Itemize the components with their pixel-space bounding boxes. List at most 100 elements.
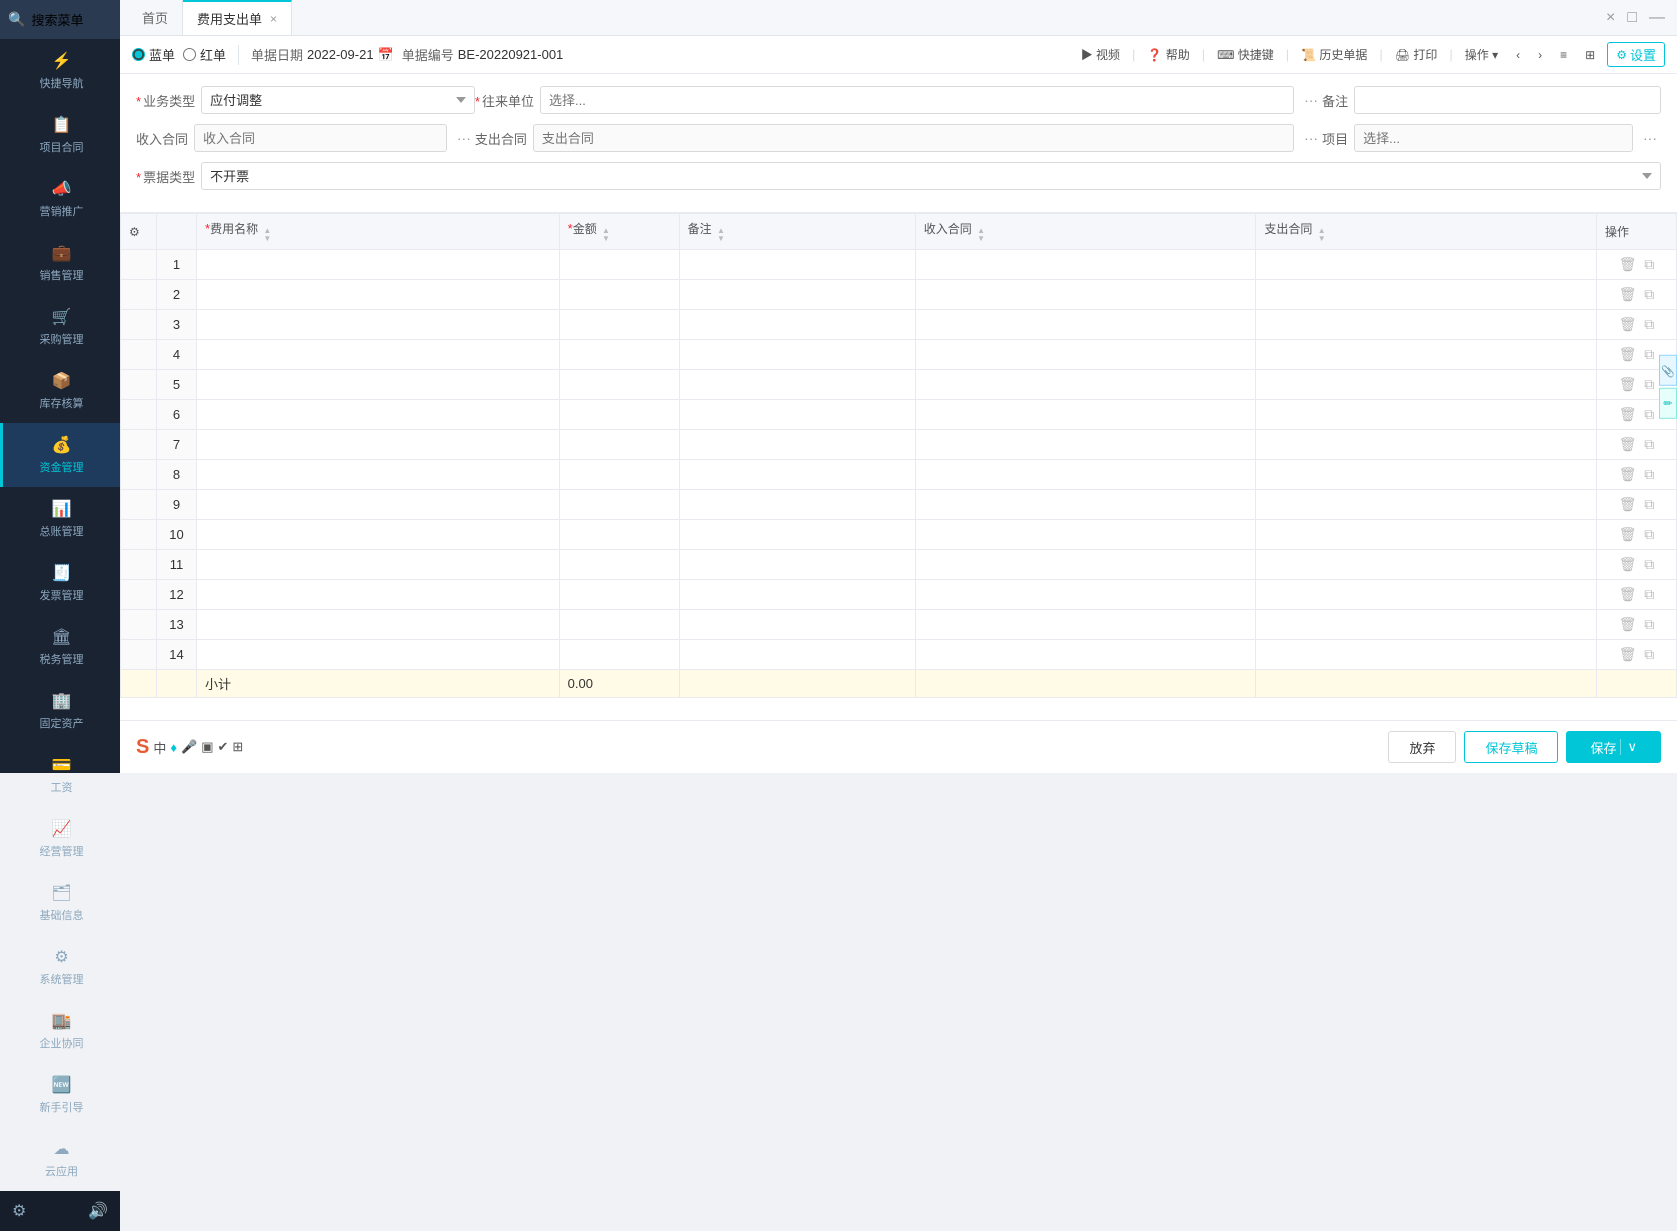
- td-expense-name-2[interactable]: [197, 280, 560, 310]
- th-remark[interactable]: 备注 ▲▼: [679, 214, 915, 250]
- copy-row-12[interactable]: ⧉: [1642, 584, 1656, 605]
- td-expense-contract-13[interactable]: [1256, 610, 1597, 640]
- td-expense-contract-1[interactable]: [1256, 250, 1597, 280]
- delete-row-3[interactable]: 🗑: [1617, 314, 1639, 335]
- sort-expense-contract[interactable]: ▲▼: [1318, 227, 1326, 243]
- td-remark-1[interactable]: [679, 250, 915, 280]
- td-remark-2[interactable]: [679, 280, 915, 310]
- action-history[interactable]: 📜 历史单据: [1295, 44, 1373, 65]
- calendar-icon[interactable]: 📅: [378, 47, 394, 63]
- td-income-contract-8[interactable]: [915, 460, 1256, 490]
- td-income-contract-7[interactable]: [915, 430, 1256, 460]
- th-settings[interactable]: ⚙: [121, 214, 157, 250]
- td-expense-contract-3[interactable]: [1256, 310, 1597, 340]
- delete-row-4[interactable]: 🗑: [1617, 344, 1639, 365]
- delete-row-1[interactable]: 🗑: [1617, 254, 1639, 275]
- td-expense-contract-14[interactable]: [1256, 640, 1597, 670]
- td-expense-contract-7[interactable]: [1256, 430, 1597, 460]
- td-income-contract-3[interactable]: [915, 310, 1256, 340]
- td-expense-contract-10[interactable]: [1256, 520, 1597, 550]
- td-expense-name-13[interactable]: [197, 610, 560, 640]
- tab-restore-window[interactable]: □: [1623, 7, 1641, 29]
- sidebar-item-cloud-apps[interactable]: ☁云应用: [0, 1127, 120, 1191]
- td-expense-name-1[interactable]: [197, 250, 560, 280]
- td-expense-name-4[interactable]: [197, 340, 560, 370]
- tab-close-window[interactable]: ×: [1602, 7, 1619, 29]
- td-income-contract-14[interactable]: [915, 640, 1256, 670]
- sidebar-item-payroll[interactable]: 💳工资: [0, 743, 120, 807]
- discard-button[interactable]: 放弃: [1388, 731, 1456, 763]
- sidebar-item-sales[interactable]: 💼销售管理: [0, 231, 120, 295]
- expense-contract-input[interactable]: [533, 124, 1294, 152]
- delete-row-9[interactable]: 🗑: [1617, 494, 1639, 515]
- expense-contract-dots[interactable]: ···: [1300, 130, 1322, 146]
- right-edge-attach[interactable]: 📎: [1659, 354, 1677, 385]
- counterpart-dots[interactable]: ···: [1300, 92, 1322, 108]
- delete-row-10[interactable]: 🗑: [1617, 524, 1639, 545]
- business-type-select[interactable]: 应付调整: [201, 86, 475, 114]
- sidebar-item-inventory[interactable]: 📦库存核算: [0, 359, 120, 423]
- td-expense-name-14[interactable]: [197, 640, 560, 670]
- sidebar-item-procurement[interactable]: 🛒采购管理: [0, 295, 120, 359]
- delete-row-14[interactable]: 🗑: [1617, 644, 1639, 665]
- delete-row-8[interactable]: 🗑: [1617, 464, 1639, 485]
- td-expense-name-12[interactable]: [197, 580, 560, 610]
- td-remark-8[interactable]: [679, 460, 915, 490]
- td-expense-name-7[interactable]: [197, 430, 560, 460]
- sidebar-item-invoice[interactable]: 🧾发票管理: [0, 551, 120, 615]
- td-amount-4[interactable]: [559, 340, 679, 370]
- td-amount-6[interactable]: [559, 400, 679, 430]
- sidebar-item-quick-nav[interactable]: ⚡快捷导航: [0, 39, 120, 103]
- save-dropdown-icon[interactable]: ∨: [1620, 739, 1637, 755]
- td-income-contract-9[interactable]: [915, 490, 1256, 520]
- td-remark-4[interactable]: [679, 340, 915, 370]
- td-remark-10[interactable]: [679, 520, 915, 550]
- td-remark-12[interactable]: [679, 580, 915, 610]
- td-remark-11[interactable]: [679, 550, 915, 580]
- sidebar-item-enterprise[interactable]: 🏬企业协同: [0, 999, 120, 1063]
- td-income-contract-2[interactable]: [915, 280, 1256, 310]
- copy-row-4[interactable]: ⧉: [1642, 344, 1656, 365]
- td-remark-13[interactable]: [679, 610, 915, 640]
- sidebar-item-project-contract[interactable]: 📋项目合同: [0, 103, 120, 167]
- save-button[interactable]: 保存 ∨: [1566, 731, 1661, 763]
- copy-row-14[interactable]: ⧉: [1642, 644, 1656, 665]
- td-income-contract-5[interactable]: [915, 370, 1256, 400]
- td-amount-8[interactable]: [559, 460, 679, 490]
- td-expense-name-8[interactable]: [197, 460, 560, 490]
- td-remark-14[interactable]: [679, 640, 915, 670]
- td-amount-13[interactable]: [559, 610, 679, 640]
- td-expense-contract-12[interactable]: [1256, 580, 1597, 610]
- td-expense-name-3[interactable]: [197, 310, 560, 340]
- td-amount-9[interactable]: [559, 490, 679, 520]
- delete-row-13[interactable]: 🗑: [1617, 614, 1639, 635]
- td-expense-contract-9[interactable]: [1256, 490, 1597, 520]
- td-expense-contract-11[interactable]: [1256, 550, 1597, 580]
- settings-button[interactable]: ⚙ 设置: [1607, 42, 1665, 67]
- td-expense-name-9[interactable]: [197, 490, 560, 520]
- th-income-contract[interactable]: 收入合同 ▲▼: [915, 214, 1256, 250]
- td-expense-contract-5[interactable]: [1256, 370, 1597, 400]
- sidebar-item-marketing[interactable]: 📣营销推广: [0, 167, 120, 231]
- td-expense-contract-6[interactable]: [1256, 400, 1597, 430]
- copy-row-5[interactable]: ⧉: [1642, 374, 1656, 395]
- td-amount-11[interactable]: [559, 550, 679, 580]
- action-print[interactable]: 🖨 打印: [1389, 44, 1444, 65]
- sidebar-item-fixed-assets[interactable]: 🏢固定资产: [0, 679, 120, 743]
- action-video[interactable]: ▶ 视频: [1075, 44, 1126, 65]
- delete-row-11[interactable]: 🗑: [1617, 554, 1639, 575]
- td-amount-7[interactable]: [559, 430, 679, 460]
- td-amount-3[interactable]: [559, 310, 679, 340]
- td-remark-6[interactable]: [679, 400, 915, 430]
- nav-next[interactable]: ›: [1532, 46, 1548, 64]
- sort-remark[interactable]: ▲▼: [717, 227, 725, 243]
- action-help[interactable]: ❓ 帮助: [1141, 44, 1195, 65]
- copy-row-8[interactable]: ⧉: [1642, 464, 1656, 485]
- remark-input[interactable]: [1354, 86, 1661, 114]
- income-contract-dots[interactable]: ···: [453, 130, 475, 146]
- action-shortcut[interactable]: ⌨ 快捷键: [1211, 44, 1280, 65]
- tab-minimize-window[interactable]: —: [1645, 7, 1669, 29]
- delete-row-2[interactable]: 🗑: [1617, 284, 1639, 305]
- right-edge-edit[interactable]: ✏: [1659, 388, 1677, 419]
- project-input[interactable]: [1354, 124, 1633, 152]
